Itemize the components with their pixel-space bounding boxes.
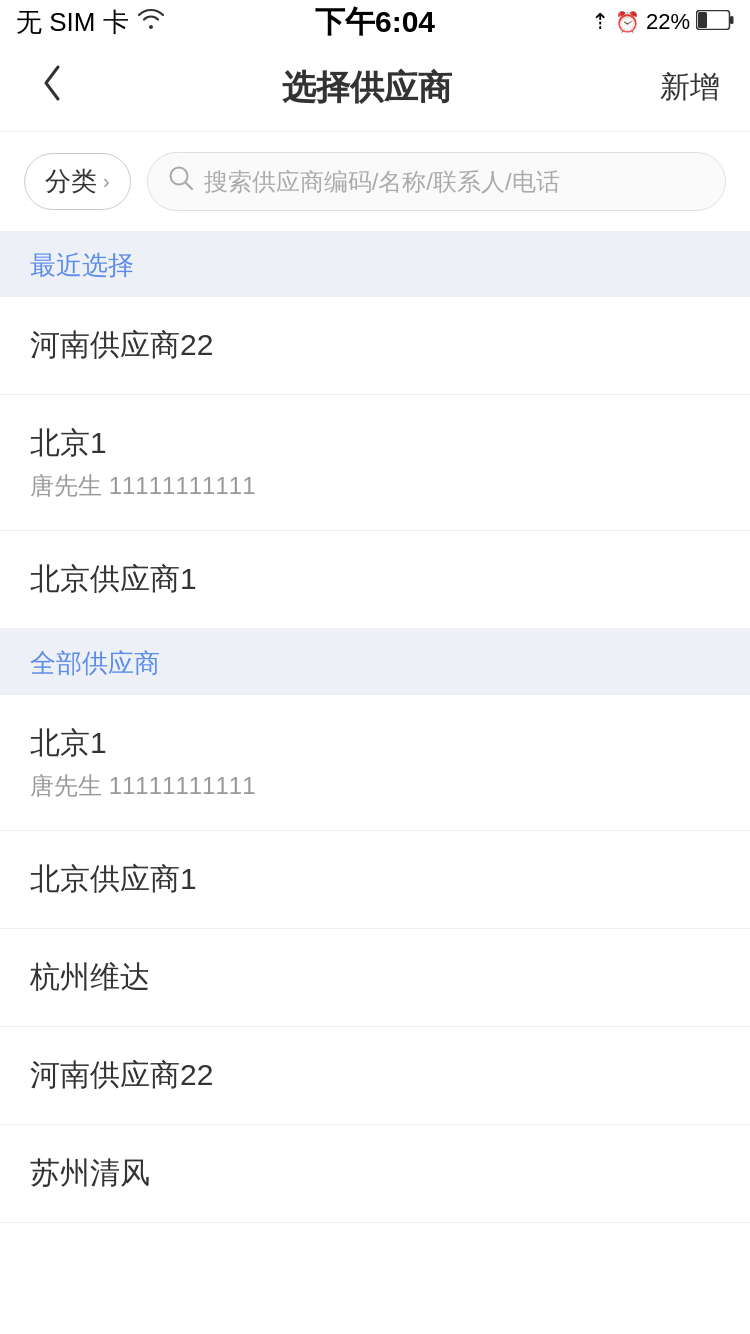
status-right: ⇡ ⏰ 22% [591,8,734,36]
list-item[interactable]: 苏州清风 [0,1125,750,1223]
item-name: 河南供应商22 [30,1055,720,1096]
list-item[interactable]: 北京供应商1 [0,531,750,629]
back-button[interactable] [30,53,74,122]
item-name: 北京1 [30,423,720,464]
category-label: 分类 [45,164,97,199]
list-item[interactable]: 北京1 唐先生 11111111111 [0,695,750,831]
item-name: 杭州维达 [30,957,720,998]
list-item[interactable]: 北京1 唐先生 11111111111 [0,395,750,531]
nav-bar: 选择供应商 新增 [0,44,750,132]
section-header-recent: 最近选择 [0,231,750,297]
item-name: 北京供应商1 [30,559,720,600]
battery-icon [696,8,734,36]
item-name: 北京供应商1 [30,859,720,900]
section-header-all: 全部供应商 [0,629,750,695]
sim-text: 无 SIM 卡 [16,5,129,40]
section-title-all: 全部供应商 [30,648,160,678]
item-sub: 唐先生 11111111111 [30,770,720,802]
list-item[interactable]: 杭州维达 [0,929,750,1027]
item-name: 苏州清风 [30,1153,720,1194]
page-title: 选择供应商 [282,65,452,111]
category-button[interactable]: 分类 › [24,153,131,210]
item-sub: 唐先生 11111111111 [30,470,720,502]
location-icon: ⇡ [591,9,609,35]
list-item[interactable]: 北京供应商1 [0,831,750,929]
list-item[interactable]: 河南供应商22 [0,297,750,395]
svg-rect-1 [698,12,707,28]
chevron-right-icon: › [103,170,110,193]
battery-text: 22% [646,9,690,35]
search-box[interactable]: 搜索供应商编码/名称/联系人/电话 [147,152,726,211]
section-title-recent: 最近选择 [30,250,134,280]
list-item[interactable]: 河南供应商22 [0,1027,750,1125]
alarm-icon: ⏰ [615,10,640,34]
item-name: 北京1 [30,723,720,764]
status-time: 下午6:04 [315,2,435,43]
status-bar: 无 SIM 卡 下午6:04 ⇡ ⏰ 22% [0,0,750,44]
sections-container: 最近选择河南供应商22 北京1 唐先生 11111111111 北京供应商1 全部供应商… [0,231,750,1223]
filter-bar: 分类 › 搜索供应商编码/名称/联系人/电话 [0,132,750,231]
svg-rect-2 [730,16,734,24]
search-placeholder: 搜索供应商编码/名称/联系人/电话 [204,166,560,198]
status-left: 无 SIM 卡 [16,5,165,40]
add-button[interactable]: 新增 [660,67,720,108]
wifi-icon [137,8,165,36]
item-name: 河南供应商22 [30,325,720,366]
search-icon [168,165,194,198]
